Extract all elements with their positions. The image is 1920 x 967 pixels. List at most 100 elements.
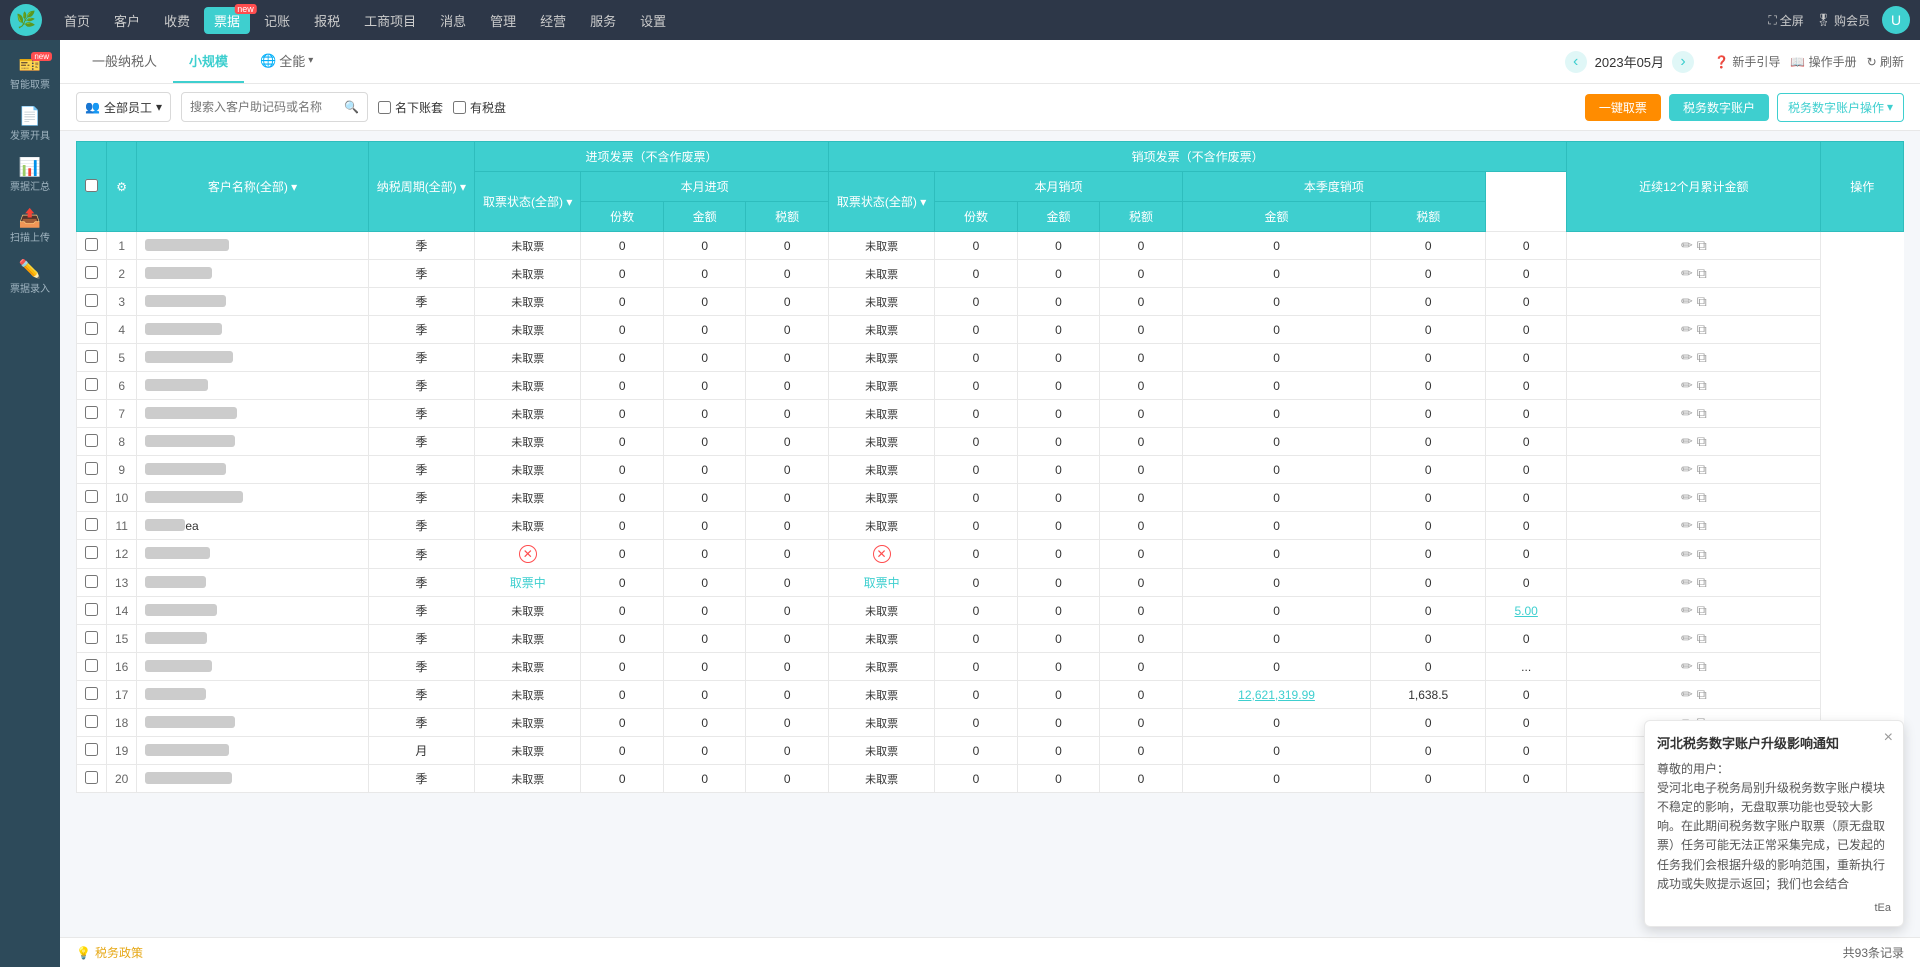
tab-general-taxpayer[interactable]: 一般纳税人 (76, 40, 173, 83)
employee-select[interactable]: 👥 全部员工 ▾ (76, 92, 171, 122)
copy-icon[interactable]: ⧉ (1697, 630, 1707, 647)
edit-icon[interactable]: ✏ (1681, 546, 1693, 563)
nav-manage[interactable]: 管理 (480, 7, 526, 34)
one-click-ticket-btn[interactable]: 一键取票 (1585, 94, 1661, 121)
sidebar-item-invoice-summary[interactable]: 📊 票据汇总 (4, 152, 56, 199)
row-checkbox[interactable] (85, 406, 98, 419)
row-checkbox-cell[interactable] (77, 709, 107, 737)
nav-home[interactable]: 首页 (54, 7, 100, 34)
subaccount-checkbox[interactable] (378, 101, 391, 114)
row-checkbox-cell[interactable] (77, 232, 107, 260)
nav-tax[interactable]: 报税 (304, 7, 350, 34)
row-checkbox-cell[interactable] (77, 344, 107, 372)
table-wrapper[interactable]: ⚙ 客户名称(全部) ▾ 纳税周期(全部) ▾ 进项发票（不含作废票） 销项发票… (60, 131, 1920, 937)
row-checkbox-cell[interactable] (77, 653, 107, 681)
nav-business[interactable]: 工商项目 (354, 7, 426, 34)
refresh-btn[interactable]: ↻ 刷新 (1867, 53, 1904, 70)
copy-icon[interactable]: ⧉ (1697, 433, 1707, 450)
row-checkbox[interactable] (85, 322, 98, 335)
fullscreen-btn[interactable]: ⛶ 全屏 (1768, 12, 1803, 29)
copy-icon[interactable]: ⧉ (1697, 461, 1707, 478)
nav-invoice[interactable]: 票据 new (204, 7, 250, 34)
sidebar-item-invoice-entry[interactable]: ✏️ 票据录入 (4, 254, 56, 301)
row-checkbox[interactable] (85, 603, 98, 616)
copy-icon[interactable]: ⧉ (1697, 321, 1707, 338)
tax-digital-account-btn[interactable]: 税务数字账户 (1669, 94, 1769, 121)
copy-icon[interactable]: ⧉ (1697, 517, 1707, 534)
period-next-btn[interactable]: › (1672, 51, 1694, 73)
copy-icon[interactable]: ⧉ (1697, 377, 1707, 394)
edit-icon[interactable]: ✏ (1681, 574, 1693, 591)
sidebar-item-invoice-open[interactable]: 📄 发票开具 (4, 101, 56, 148)
last12-value-link[interactable]: 5.00 (1515, 604, 1538, 618)
tax-period-header[interactable]: 纳税周期(全部) ▾ (368, 142, 474, 232)
taxdisk-checkbox-label[interactable]: 有税盘 (453, 99, 506, 116)
copy-icon[interactable]: ⧉ (1697, 405, 1707, 422)
new-guide-btn[interactable]: ❓ 新手引导 (1714, 53, 1780, 70)
row-checkbox-cell[interactable] (77, 512, 107, 540)
nav-settings[interactable]: 设置 (630, 7, 676, 34)
row-checkbox[interactable] (85, 350, 98, 363)
row-checkbox-cell[interactable] (77, 372, 107, 400)
copy-icon[interactable]: ⧉ (1697, 265, 1707, 282)
row-checkbox[interactable] (85, 687, 98, 700)
row-checkbox[interactable] (85, 294, 98, 307)
row-checkbox-cell[interactable] (77, 597, 107, 625)
row-checkbox[interactable] (85, 518, 98, 531)
tax-digital-account-operation-btn[interactable]: 税务数字账户操作 ▾ (1777, 93, 1904, 122)
row-checkbox[interactable] (85, 631, 98, 644)
row-checkbox[interactable] (85, 266, 98, 279)
row-checkbox-cell[interactable] (77, 540, 107, 569)
copy-icon[interactable]: ⧉ (1697, 349, 1707, 366)
row-checkbox-cell[interactable] (77, 737, 107, 765)
nav-message[interactable]: 消息 (430, 7, 476, 34)
row-checkbox-cell[interactable] (77, 456, 107, 484)
edit-icon[interactable]: ✏ (1681, 489, 1693, 506)
row-checkbox[interactable] (85, 238, 98, 251)
edit-icon[interactable]: ✏ (1681, 517, 1693, 534)
tab-small-scale[interactable]: 小规模 (173, 40, 244, 83)
nav-operation[interactable]: 经营 (530, 7, 576, 34)
in-status-header[interactable]: 取票状态(全部) ▾ (475, 172, 581, 232)
search-icon[interactable]: 🔍 (344, 100, 359, 114)
row-checkbox-cell[interactable] (77, 260, 107, 288)
row-checkbox-cell[interactable] (77, 681, 107, 709)
edit-icon[interactable]: ✏ (1681, 461, 1693, 478)
copy-icon[interactable]: ⧉ (1697, 658, 1707, 675)
out-status-header[interactable]: 取票状态(全部) ▾ (828, 172, 934, 232)
copy-icon[interactable]: ⧉ (1697, 293, 1707, 310)
avatar[interactable]: U (1882, 6, 1910, 34)
row-checkbox-cell[interactable] (77, 288, 107, 316)
row-checkbox-cell[interactable] (77, 569, 107, 597)
select-all-checkbox[interactable] (85, 179, 98, 192)
edit-icon[interactable]: ✏ (1681, 686, 1693, 703)
operation-manual-btn[interactable]: 📖 操作手册 (1790, 53, 1856, 70)
tab-all[interactable]: 🌐 全能 ▾ (244, 40, 329, 83)
row-checkbox[interactable] (85, 462, 98, 475)
edit-icon[interactable]: ✏ (1681, 237, 1693, 254)
period-prev-btn[interactable]: ‹ (1565, 51, 1587, 73)
row-checkbox-cell[interactable] (77, 400, 107, 428)
edit-icon[interactable]: ✏ (1681, 321, 1693, 338)
refund-amount-link[interactable]: 12,621,319.99 (1238, 688, 1315, 702)
edit-icon[interactable]: ✏ (1681, 405, 1693, 422)
tax-policy-link[interactable]: 税务政策 (95, 944, 143, 961)
edit-icon[interactable]: ✏ (1681, 377, 1693, 394)
popup-close-btn[interactable]: × (1884, 729, 1893, 747)
copy-icon[interactable]: ⧉ (1697, 574, 1707, 591)
edit-icon[interactable]: ✏ (1681, 265, 1693, 282)
edit-icon[interactable]: ✏ (1681, 433, 1693, 450)
row-checkbox[interactable] (85, 715, 98, 728)
row-checkbox-cell[interactable] (77, 484, 107, 512)
sidebar-item-scan-upload[interactable]: 📤 扫描上传 (4, 203, 56, 250)
logo-icon[interactable]: 🌿 (10, 4, 42, 36)
row-checkbox[interactable] (85, 434, 98, 447)
row-checkbox-cell[interactable] (77, 625, 107, 653)
tab-all-dropdown[interactable]: ▾ (308, 55, 313, 66)
row-checkbox[interactable] (85, 659, 98, 672)
row-checkbox-cell[interactable] (77, 428, 107, 456)
taxdisk-checkbox[interactable] (453, 101, 466, 114)
copy-icon[interactable]: ⧉ (1697, 546, 1707, 563)
copy-icon[interactable]: ⧉ (1697, 602, 1707, 619)
row-checkbox-cell[interactable] (77, 765, 107, 793)
